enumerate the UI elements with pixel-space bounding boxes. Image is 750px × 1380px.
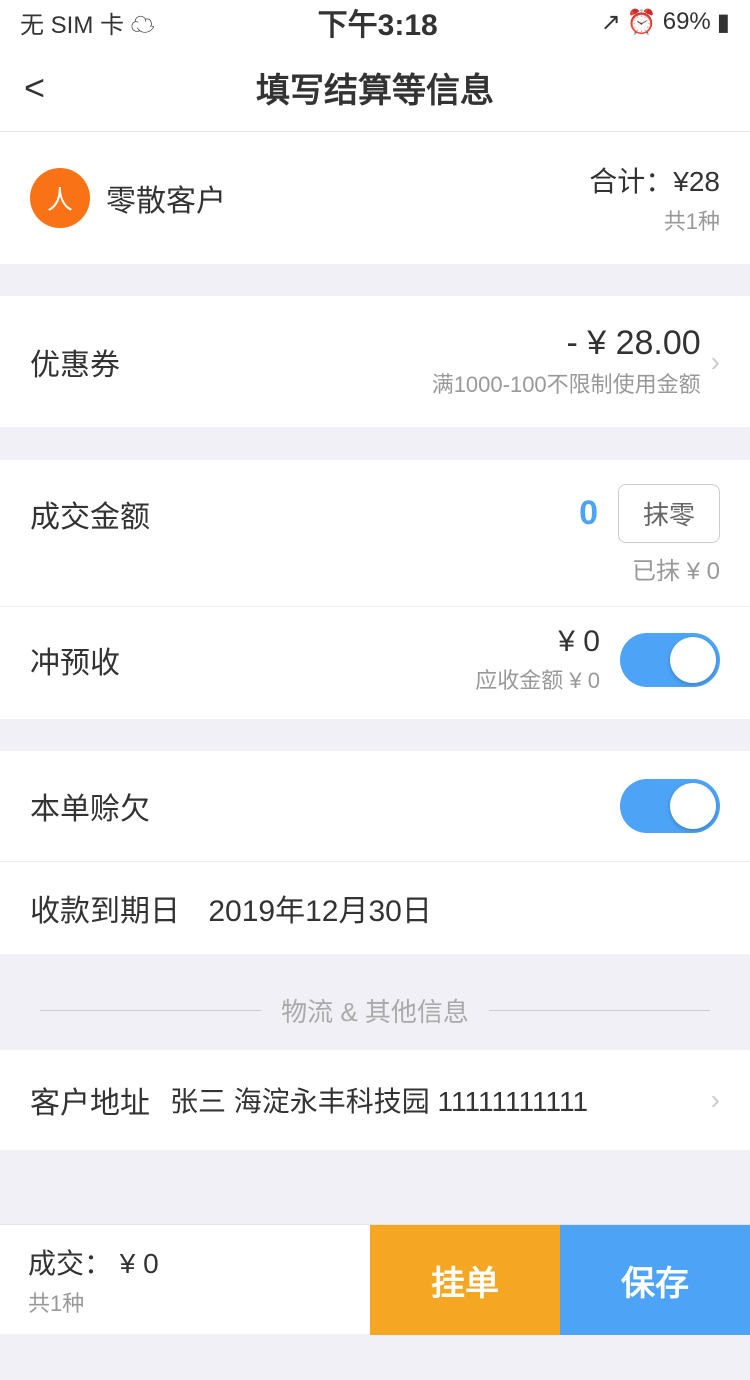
credit-row: 本单赊欠 <box>0 751 750 861</box>
duedate-value: 2019年12月30日 <box>208 895 431 928</box>
logistics-divider: 物流 & 其他信息 <box>0 992 750 1029</box>
address-chevron-icon: › <box>711 1084 720 1116</box>
coupon-row[interactable]: 优惠券 - ¥ 28.00 满1000-100不限制使用金额 › <box>0 296 750 428</box>
transaction-right: 0 抹零 <box>579 484 720 543</box>
coupon-label: 优惠券 <box>30 340 120 384</box>
prepay-right: ¥ 0 应收金额 ¥ 0 <box>475 625 720 695</box>
status-time: 下午3:18 <box>318 0 438 44</box>
transaction-row: 成交金额 0 抹零 <box>0 460 750 551</box>
logistics-line-left <box>40 1010 261 1011</box>
logistics-section: 物流 & 其他信息 <box>0 970 750 1050</box>
logistics-label: 物流 & 其他信息 <box>281 992 469 1029</box>
credit-toggle[interactable] <box>620 779 720 833</box>
customer-name: 零散客户 <box>106 176 226 220</box>
status-right: ↗ ⏰ 69% ▮ <box>601 8 730 37</box>
prepay-toggle[interactable] <box>620 633 720 687</box>
bottom-summary: 成交： ¥ 0 共1种 <box>0 1225 370 1334</box>
coupon-amount: - ¥ 28.00 <box>432 324 701 363</box>
battery-text: 69% <box>663 8 711 36</box>
hold-button[interactable]: 挂单 <box>370 1225 560 1335</box>
prepay-value-block: ¥ 0 应收金额 ¥ 0 <box>475 625 600 695</box>
location-icon: ↗ <box>601 8 621 37</box>
divider-2 <box>0 444 750 460</box>
battery-icon: ▮ <box>717 8 730 37</box>
coupon-section[interactable]: 优惠券 - ¥ 28.00 满1000-100不限制使用金额 › <box>0 296 750 428</box>
divider-3 <box>0 735 750 751</box>
transaction-section: 成交金额 0 抹零 已抹 ¥ 0 冲预收 ¥ 0 应收金额 ¥ 0 <box>0 460 750 719</box>
avatar: 人 <box>30 168 90 228</box>
address-section[interactable]: 客户地址 张三 海淀永丰科技园 11111111111 › <box>0 1050 750 1150</box>
status-bar: 无 SIM 卡 ☁ 下午3:18 ↗ ⏰ 69% ▮ <box>0 0 750 44</box>
transaction-value: 0 <box>579 494 598 533</box>
duedate-row: 收款到期日 2019年12月30日 <box>0 861 750 954</box>
customer-total: 合计：¥28 <box>589 160 720 200</box>
back-button[interactable]: < <box>24 67 45 109</box>
nav-bar: < 填写结算等信息 <box>0 44 750 132</box>
bottom-bar: 成交： ¥ 0 共1种 挂单 保存 <box>0 1224 750 1334</box>
page-title: 填写结算等信息 <box>256 63 494 112</box>
bottom-item-count: 共1种 <box>28 1286 342 1318</box>
customer-summary: 合计：¥28 共1种 <box>589 160 720 236</box>
prepay-sub: 应收金额 ¥ 0 <box>475 663 600 695</box>
signal-text: 无 SIM 卡 ☁ <box>20 5 155 40</box>
customer-section: 人 零散客户 合计：¥28 共1种 <box>0 132 750 264</box>
transaction-sub: 已抹 ¥ 0 <box>0 551 750 606</box>
bottom-deal-amount: 成交： ¥ 0 <box>28 1242 342 1282</box>
prepay-label: 冲预收 <box>30 638 120 682</box>
divider-1 <box>0 280 750 296</box>
alarm-icon: ⏰ <box>627 8 657 37</box>
logistics-line-right <box>489 1010 710 1011</box>
coupon-right: - ¥ 28.00 满1000-100不限制使用金额 › <box>432 324 720 399</box>
prepay-amount: ¥ 0 <box>475 625 600 659</box>
coupon-value-block: - ¥ 28.00 满1000-100不限制使用金额 <box>432 324 701 399</box>
status-left: 无 SIM 卡 ☁ <box>20 5 155 40</box>
credit-section: 本单赊欠 收款到期日 2019年12月30日 <box>0 751 750 954</box>
chevron-right-icon: › <box>711 346 720 378</box>
credit-toggle-knob <box>670 783 716 829</box>
prepay-row: 冲预收 ¥ 0 应收金额 ¥ 0 <box>0 606 750 719</box>
credit-label: 本单赊欠 <box>30 784 150 828</box>
save-button[interactable]: 保存 <box>560 1225 750 1335</box>
address-label: 客户地址 <box>30 1078 150 1122</box>
duedate-label: 收款到期日 <box>30 895 180 928</box>
address-value: 张三 海淀永丰科技园 11111111111 <box>170 1080 691 1120</box>
customer-row: 人 零散客户 合计：¥28 共1种 <box>0 132 750 264</box>
transaction-label: 成交金额 <box>30 492 150 536</box>
customer-left: 人 零散客户 <box>30 168 226 228</box>
customer-count: 共1种 <box>589 204 720 236</box>
coupon-description: 满1000-100不限制使用金额 <box>432 367 701 399</box>
avatar-icon: 人 <box>47 180 73 217</box>
round-off-button[interactable]: 抹零 <box>618 484 720 543</box>
address-row[interactable]: 客户地址 张三 海淀永丰科技园 11111111111 › <box>0 1050 750 1150</box>
toggle-knob <box>670 637 716 683</box>
